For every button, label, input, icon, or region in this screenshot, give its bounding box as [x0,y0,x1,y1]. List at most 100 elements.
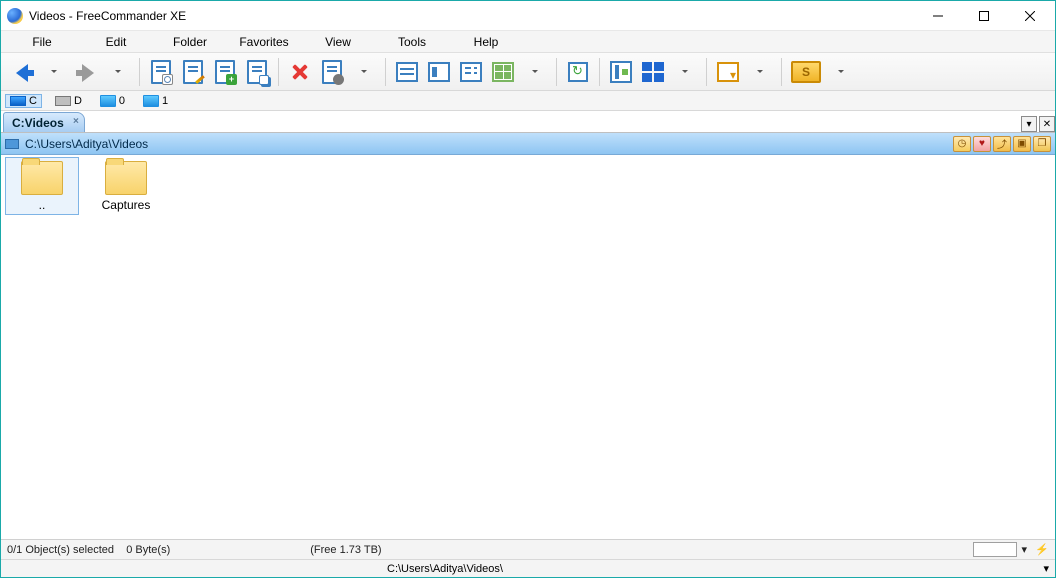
toolbar-separator [706,58,707,86]
file-new-button[interactable]: + [210,57,240,87]
drive-desktop-0[interactable]: 0 [95,94,130,108]
document-search-icon [151,60,171,84]
menu-favorites[interactable]: Favorites [227,32,301,52]
menu-folder[interactable]: Folder [153,32,227,52]
footer-dropdown[interactable]: ▾ [1043,562,1049,575]
view-thumbnails-icon [492,62,514,82]
title-bar: Videos - FreeCommander XE [1,1,1055,31]
tiles-dropdown[interactable] [670,57,700,87]
toolbar-separator [599,58,600,86]
tree-icon [610,61,632,83]
toolbar-separator [278,58,279,86]
toolbar-separator [781,58,782,86]
quick-action-icon[interactable]: ⚡ [1035,543,1049,556]
nav-forward-button[interactable] [71,57,101,87]
address-bar: C:\Users\Aditya\Videos ◷ ♥ ⤴ ▣ ❐ [1,133,1055,155]
view-list-button[interactable] [424,57,454,87]
view-details-button[interactable] [392,57,422,87]
folder-icon [21,161,63,195]
drive-desktop-1[interactable]: 1 [138,94,173,108]
drive-c[interactable]: C [5,94,42,108]
favorites-folder-button[interactable]: S [788,57,824,87]
arrow-left-icon [10,60,34,84]
favorites-folder-icon: S [791,61,821,83]
list-item-captures[interactable]: Captures [89,157,163,215]
view-thumbnails-button[interactable] [488,57,518,87]
drive-d[interactable]: D [50,94,87,108]
drive-d-icon [55,96,71,106]
window-title: Videos - FreeCommander XE [29,9,186,23]
folder-path-icon [5,139,19,149]
tab-c-videos[interactable]: C:Videos × [3,112,85,132]
document-properties-icon [322,60,342,84]
history-button[interactable]: ◷ [953,136,971,152]
go-up-button[interactable]: ⤴ [993,136,1011,152]
status-bar: 0/1 Object(s) selected 0 Byte(s) (Free 1… [1,539,1055,559]
minimize-button[interactable] [915,1,961,31]
copy-path-button[interactable]: ❐ [1033,136,1051,152]
view-details-icon [396,62,418,82]
folder-icon [105,161,147,195]
filter-icon [717,62,739,82]
tab-label: C:Videos [12,116,64,130]
toolbar-separator [556,58,557,86]
main-toolbar: + S [1,53,1055,91]
menu-tools[interactable]: Tools [375,32,449,52]
nav-back-button[interactable] [7,57,37,87]
refresh-icon [568,62,588,82]
file-copy-button[interactable] [242,57,272,87]
favorite-button[interactable]: ♥ [973,136,991,152]
tree-button[interactable] [606,57,636,87]
file-properties-button[interactable] [317,57,347,87]
desktop-icon [100,95,116,107]
maximize-button[interactable] [961,1,1007,31]
menu-help[interactable]: Help [449,32,523,52]
menu-bar: File Edit Folder Favorites View Tools He… [1,31,1055,53]
status-filter-input[interactable] [973,542,1017,557]
tiles-icon [642,62,664,82]
filter-dropdown[interactable] [745,57,775,87]
drive-c-label: C [29,95,37,107]
item-label: .. [39,198,46,212]
arrow-right-icon [74,60,98,84]
close-button[interactable] [1007,1,1053,31]
tiles-button[interactable] [638,57,668,87]
document-edit-icon [183,60,203,84]
footer-bar: C:\Users\Aditya\Videos\ ▾ [1,559,1055,577]
toolbar-separator [385,58,386,86]
status-filter-dropdown[interactable]: ▾ [1017,543,1031,556]
toolbar-separator [139,58,140,86]
view-list-icon [428,62,450,82]
filter-button[interactable] [713,57,743,87]
refresh-button[interactable] [563,57,593,87]
document-copy-icon [247,60,267,84]
drive-bar: C D 0 1 [1,91,1055,111]
file-properties-dropdown[interactable] [349,57,379,87]
file-list[interactable]: .. Captures [1,155,1055,539]
nav-forward-dropdown[interactable] [103,57,133,87]
panel-close-button[interactable]: ✕ [1039,116,1055,132]
view-small-button[interactable] [456,57,486,87]
favorites-dropdown[interactable] [826,57,856,87]
view-dropdown[interactable] [520,57,550,87]
drive-1-label: 1 [162,95,168,107]
file-search-button[interactable] [146,57,176,87]
go-root-button[interactable]: ▣ [1013,136,1031,152]
file-edit-button[interactable] [178,57,208,87]
tab-close-icon[interactable]: × [73,116,79,127]
drive-d-label: D [74,95,82,107]
menu-view[interactable]: View [301,32,375,52]
list-item-parent[interactable]: .. [5,157,79,215]
path-text[interactable]: C:\Users\Aditya\Videos [25,137,947,151]
item-label: Captures [102,198,151,212]
document-new-icon: + [215,60,235,84]
drive-c-icon [10,96,26,106]
nav-back-dropdown[interactable] [39,57,69,87]
desktop-icon [143,95,159,107]
delete-button[interactable] [285,57,315,87]
drive-0-label: 0 [119,95,125,107]
panel-menu-button[interactable]: ▾ [1021,116,1037,132]
menu-edit[interactable]: Edit [79,32,153,52]
delete-icon [289,61,311,83]
menu-file[interactable]: File [5,32,79,52]
